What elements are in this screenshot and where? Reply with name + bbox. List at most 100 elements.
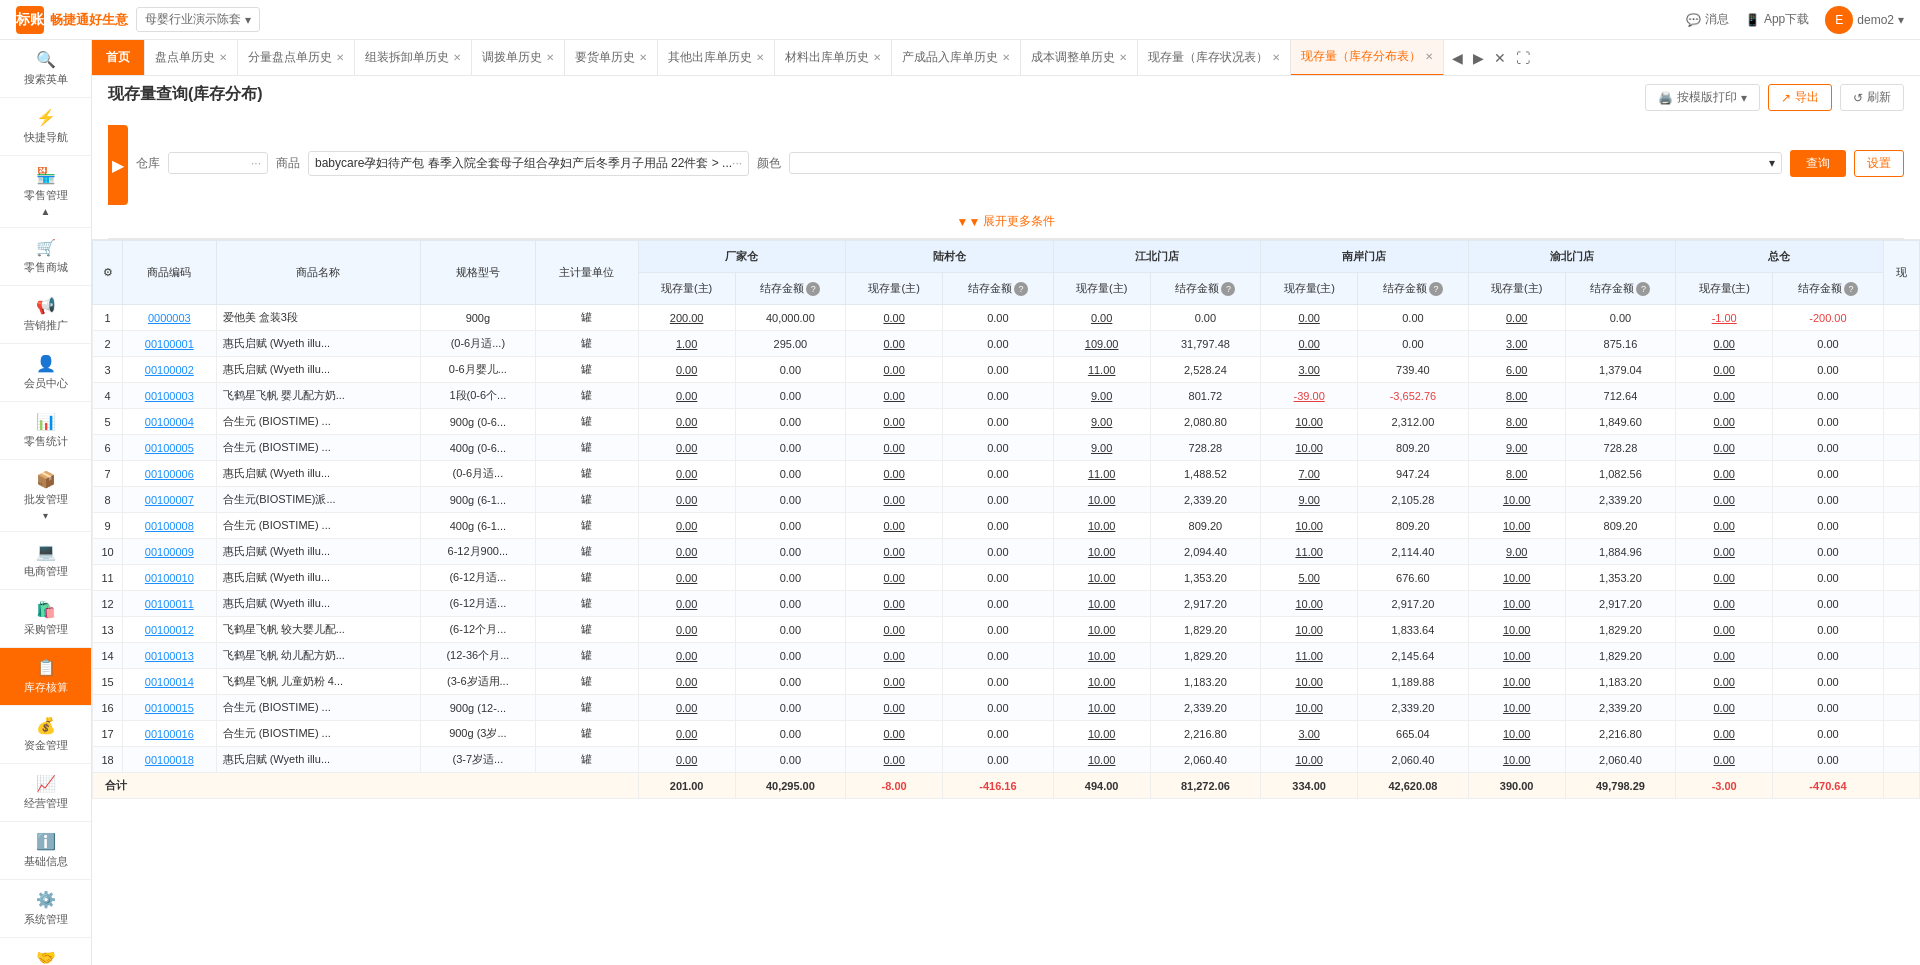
na-amt-info-icon[interactable]: ? [1429,282,1443,296]
row-f-qty: 0.00 [638,513,735,539]
jb-qty-header: 现存量(主) [1053,273,1150,305]
tab-stock-status-close[interactable]: ✕ [1272,52,1280,63]
table-row: 11 00100010 惠氏启赋 (Wyeth illu... (6-12月适.… [93,565,1920,591]
sidebar-item-inventory[interactable]: 📋 库存核算 [0,648,91,706]
sidebar-item-marketing[interactable]: 📢 营销推广 [0,286,91,344]
tab-checklist[interactable]: 盘点单历史 ✕ [145,40,238,76]
tab-requisition-close[interactable]: ✕ [639,52,647,63]
spec-header: 规格型号 [420,241,535,305]
row-jb-qty: 109.00 [1053,331,1150,357]
tab-prev-icon[interactable]: ◀ [1448,48,1467,68]
tab-stock-dist[interactable]: 现存量（库存分布表） ✕ [1291,40,1444,76]
tab-production-close[interactable]: ✕ [1002,52,1010,63]
tab-costadjust-close[interactable]: ✕ [1119,52,1127,63]
search-button[interactable]: 查询 [1790,150,1846,177]
tab-production[interactable]: 产成品入库单历史 ✕ [892,40,1021,76]
table-container[interactable]: ⚙ 商品编码 商品名称 规格型号 主计量单位 厂家仓 陆村仓 江北门店 南岸门店… [92,240,1920,965]
company-selector[interactable]: 母婴行业演示陈套 ▾ [136,7,260,32]
row-jb-qty: 10.00 [1053,617,1150,643]
row-total-amt: 0.00 [1773,461,1883,487]
tab-transfer-close[interactable]: ✕ [546,52,554,63]
sidebar-item-purchase[interactable]: 🛍️ 采购管理 [0,590,91,648]
l-amt-info-icon[interactable]: ? [1014,282,1028,296]
app-download-item[interactable]: 📱 App下载 [1745,11,1809,28]
tab-costadjust[interactable]: 成本调整单历史 ✕ [1021,40,1138,76]
row-l-amt: 0.00 [943,591,1053,617]
tab-materialout-close[interactable]: ✕ [873,52,881,63]
yb-amt-info-icon[interactable]: ? [1636,282,1650,296]
tab-assembly[interactable]: 组装拆卸单历史 ✕ [355,40,472,76]
row-code: 00100010 [123,565,217,591]
row-spec: (12-36个月... [420,643,535,669]
row-f-amt: 40,000.00 [735,305,845,331]
tab-otherout[interactable]: 其他出库单历史 ✕ [658,40,775,76]
tab-otherout-close[interactable]: ✕ [756,52,764,63]
page-title: 现存量查询(库存分布) [108,84,263,105]
tab-requisition-label: 要货单历史 [575,49,635,66]
row-unit: 罐 [535,513,638,539]
row-f-amt: 0.00 [735,513,845,539]
tab-home[interactable]: 首页 [92,40,145,76]
sidebar-item-search[interactable]: 🔍 搜索英单 [0,40,91,98]
export-label: 导出 [1795,89,1819,106]
row-yb-qty: 10.00 [1468,669,1565,695]
yb-qty-header: 现存量(主) [1468,273,1565,305]
tab-assembly-close[interactable]: ✕ [453,52,461,63]
wholesale-arrow-icon: ▾ [43,510,48,521]
print-button[interactable]: 🖨️ 按模版打印 ▾ [1645,84,1760,111]
tab-partialcheck[interactable]: 分量盘点单历史 ✕ [238,40,355,76]
tab-close-all-icon[interactable]: ✕ [1490,48,1510,68]
sidebar-item-system[interactable]: ⚙️ 系统管理 [0,880,91,938]
tab-partialcheck-close[interactable]: ✕ [336,52,344,63]
tab-stock-status[interactable]: 现存量（库存状况表） ✕ [1138,40,1291,76]
row-yb-amt: 1,829.20 [1565,643,1675,669]
row-yb-qty: 8.00 [1468,409,1565,435]
row-total-amt: 0.00 [1773,721,1883,747]
filter-collapse-btn[interactable]: ▶ [108,125,128,205]
row-na-amt: 2,917.20 [1358,591,1468,617]
refresh-button[interactable]: ↺ 刷新 [1840,84,1904,111]
row-code: 00100006 [123,461,217,487]
total-amt-info-icon[interactable]: ? [1844,282,1858,296]
sidebar-item-quicknav[interactable]: ⚡ 快捷导航 [0,98,91,156]
row-no: 18 [93,747,123,773]
message-item[interactable]: 💬 消息 [1686,11,1729,28]
row-total-amt: 0.00 [1773,565,1883,591]
row-unit: 罐 [535,305,638,331]
logo: 标账 畅捷通好生意 [16,6,128,34]
enterprise-icon: 🤝 [36,948,56,965]
sidebar-item-wholesale[interactable]: 📦 批发管理 ▾ [0,460,91,532]
setting-button[interactable]: 设置 [1854,150,1904,177]
row-f-qty: 0.00 [638,721,735,747]
summary-f-amt: 40,295.00 [735,773,845,799]
tab-expand-icon[interactable]: ⛶ [1512,48,1534,68]
expand-more-btn[interactable]: ▼▼ 展开更多条件 [957,213,1056,230]
f-amt-info-icon[interactable]: ? [806,282,820,296]
sidebar-item-ecommerce[interactable]: 💻 电商管理 [0,532,91,590]
row-l-amt: 0.00 [943,461,1053,487]
sidebar-item-retailstat[interactable]: 📊 零售统计 [0,402,91,460]
sidebar-item-retailshop[interactable]: 🛒 零售商城 [0,228,91,286]
sidebar-item-operation[interactable]: 📈 经营管理 [0,764,91,822]
sidebar-item-retail[interactable]: 🏪 零售管理 ▲ [0,156,91,228]
tab-requisition[interactable]: 要货单历史 ✕ [565,40,658,76]
warehouse-dots[interactable]: ··· [251,156,261,170]
goods-dots[interactable]: ··· [732,156,742,170]
sidebar-item-enterprise[interactable]: 🤝 企业协同 [0,938,91,965]
sidebar-item-basic[interactable]: ℹ️ 基础信息 [0,822,91,880]
tab-stock-status-label: 现存量（库存状况表） [1148,49,1268,66]
tab-transfer[interactable]: 调拨单历史 ✕ [472,40,565,76]
tab-materialout[interactable]: 材料出库单历史 ✕ [775,40,892,76]
row-f-amt: 0.00 [735,383,845,409]
row-na-qty: 11.00 [1261,539,1358,565]
sidebar-item-finance[interactable]: 💰 资金管理 [0,706,91,764]
tab-stock-dist-close[interactable]: ✕ [1425,51,1433,62]
user-item[interactable]: E demo2 ▾ [1825,6,1904,34]
tab-next-icon[interactable]: ▶ [1469,48,1488,68]
export-button[interactable]: ↗ 导出 [1768,84,1832,111]
company-name: 母婴行业演示陈套 [145,11,241,28]
sidebar-item-member[interactable]: 👤 会员中心 [0,344,91,402]
jb-amt-info-icon[interactable]: ? [1221,282,1235,296]
row-l-qty: 0.00 [846,747,943,773]
tab-checklist-close[interactable]: ✕ [219,52,227,63]
